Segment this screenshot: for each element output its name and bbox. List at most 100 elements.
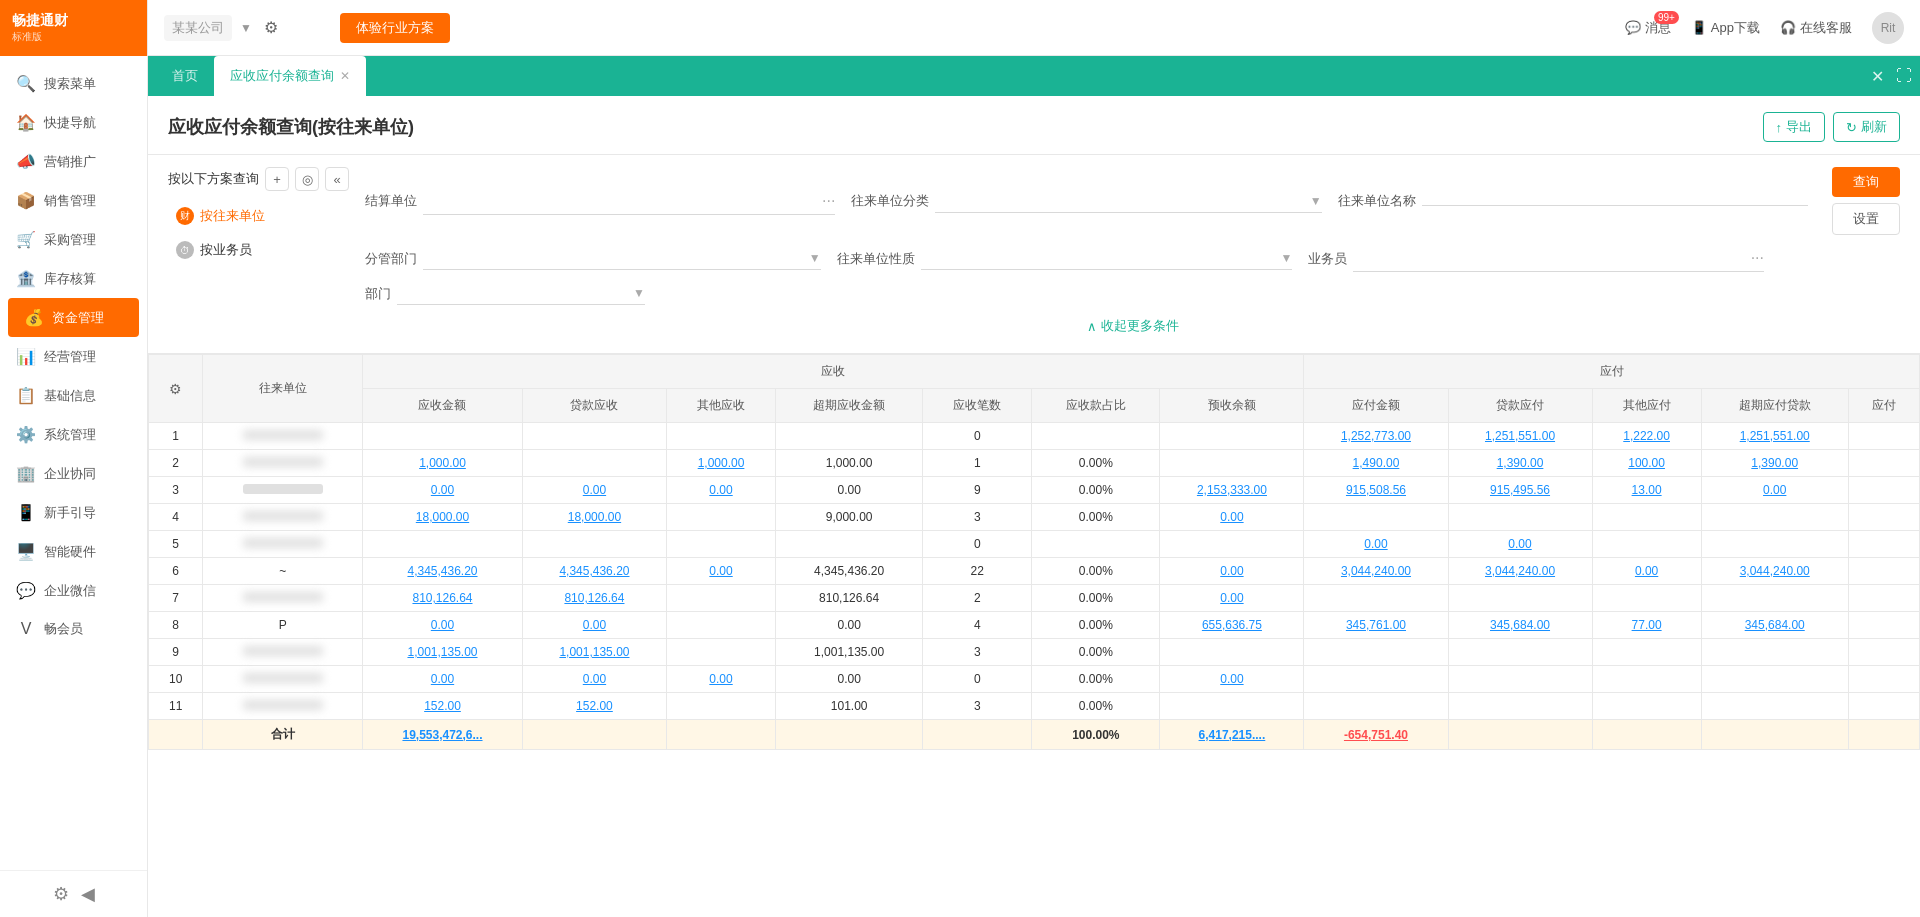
scheme-item-bywc[interactable]: 财 按往来单位 (168, 201, 349, 231)
filter-collapse-btn[interactable]: « (325, 167, 349, 191)
total-ybye[interactable]: 6,417,215.... (1160, 720, 1304, 750)
cell-ybye-7: 655,636.75 (1160, 612, 1304, 639)
topbar-gear-icon[interactable]: ⚙ (264, 18, 278, 37)
jsdw-label: 结算单位 (365, 192, 417, 210)
bm-select[interactable]: ▼ (397, 282, 645, 305)
cell-yfje-4: 0.00 (1304, 531, 1448, 558)
tab-close-icon[interactable]: ✕ (340, 69, 350, 83)
yw-label: 业务员 (1308, 250, 1347, 268)
th-cqys: 超期应收金额 (776, 389, 923, 423)
cell-yfextra-10 (1848, 693, 1919, 720)
scheme-selector: 按以下方案查询 + ◎ « 财 按往来单位 ⏱ 按业务员 (168, 167, 349, 341)
sidebar-item-system[interactable]: ⚙️系统管理 (0, 415, 147, 454)
cell-dkyf-2: 915,495.56 (1448, 477, 1592, 504)
th-group-yf: 应付 (1304, 355, 1920, 389)
sidebar-item-wechat[interactable]: 💬企业微信 (0, 571, 147, 610)
topbar-right: 💬 消息 99+ 📱 App下载 🎧 在线客服 Rit (1625, 12, 1904, 44)
cell-yssb-3: 3 (923, 504, 1032, 531)
export-btn[interactable]: ↑ 导出 (1763, 112, 1826, 142)
table-settings-icon[interactable]: ⚙ (169, 381, 182, 397)
app-icon: 📱 (1691, 20, 1707, 35)
sidebar-item-marketing[interactable]: 📣营销推广 (0, 142, 147, 181)
sidebar-item-member[interactable]: V 畅会员 (0, 610, 147, 648)
cell-no-4: 5 (149, 531, 203, 558)
cell-cqyfdk-3 (1701, 504, 1848, 531)
yw-dots-icon[interactable]: ··· (1751, 249, 1764, 267)
total-yssb (923, 720, 1032, 750)
tab-home[interactable]: 首页 (156, 56, 214, 96)
message-btn[interactable]: 💬 消息 99+ (1625, 19, 1671, 37)
total-qtys (666, 720, 775, 750)
sidebar-item-finance[interactable]: 💰资金管理 (8, 298, 139, 337)
tab-fullscreen-icon[interactable]: ⛶ (1896, 67, 1912, 85)
lwdwmc-input[interactable] (1422, 197, 1808, 206)
cell-yszb-10: 0.00% (1032, 693, 1160, 720)
fgbm-select[interactable]: ▼ (423, 247, 821, 270)
cell-yssb-5: 22 (923, 558, 1032, 585)
query-btn[interactable]: 查询 (1832, 167, 1900, 197)
collapse-more-btn[interactable]: ∧ 收起更多条件 (1071, 311, 1195, 341)
sidebar-item-search[interactable]: 🔍搜索菜单 (0, 64, 147, 103)
sidebar-collapse-btn[interactable]: ◀ (81, 883, 95, 905)
scheme-label-byyw: 按业务员 (200, 241, 252, 259)
lwdwfl-label: 往来单位分类 (851, 192, 929, 210)
sidebar-item-hardware[interactable]: 🖥️智能硬件 (0, 532, 147, 571)
table-container[interactable]: ⚙ 往来单位 应收 应付 应收金额 贷款应收 其他应收 超期应收金额 应收笔数 (148, 354, 1920, 917)
cell-cqys-5: 4,345,436.20 (776, 558, 923, 585)
cell-partner-1 (203, 450, 363, 477)
tab-close-window-icon[interactable]: ✕ (1871, 67, 1884, 86)
sidebar-settings-btn[interactable]: ⚙ (53, 883, 69, 905)
user-avatar[interactable]: Rit (1872, 12, 1904, 44)
cell-yfextra-6 (1848, 585, 1919, 612)
cell-qtyf-2: 13.00 (1592, 477, 1701, 504)
filter-add-btn[interactable]: + (265, 167, 289, 191)
cell-yszb-5: 0.00% (1032, 558, 1160, 585)
cell-yszb-0 (1032, 423, 1160, 450)
sidebar-logo: 畅捷通财 标准版 (0, 0, 147, 56)
filter-target-btn[interactable]: ◎ (295, 167, 319, 191)
solution-btn[interactable]: 体验行业方案 (340, 13, 450, 43)
cell-yssb-6: 2 (923, 585, 1032, 612)
cell-ysje-8: 1,001,135.00 (363, 639, 523, 666)
sidebar-item-inventory[interactable]: 🏦库存核算 (0, 259, 147, 298)
sidebar-item-guide[interactable]: 📱新手引导 (0, 493, 147, 532)
jsdw-input[interactable]: ··· (423, 188, 835, 215)
sidebar-icon-member: V (16, 620, 36, 638)
app-download-btn[interactable]: 📱 App下载 (1691, 19, 1760, 37)
jsdw-dots-icon[interactable]: ··· (822, 192, 835, 210)
refresh-btn[interactable]: ↻ 刷新 (1833, 112, 1900, 142)
cell-yszb-7: 0.00% (1032, 612, 1160, 639)
cell-dkys-10: 152.00 (522, 693, 666, 720)
tab-arquery[interactable]: 应收应付余额查询 ✕ (214, 56, 366, 96)
cell-dkys-2: 0.00 (522, 477, 666, 504)
sidebar-item-operation[interactable]: 📊经营管理 (0, 337, 147, 376)
total-yf-extra (1848, 720, 1919, 750)
cell-yfje-6 (1304, 585, 1448, 612)
sidebar-item-sales[interactable]: 📦销售管理 (0, 181, 147, 220)
cell-yfextra-7 (1848, 612, 1919, 639)
scheme-item-byyw[interactable]: ⏱ 按业务员 (168, 235, 349, 265)
sidebar-label-member: 畅会员 (44, 620, 83, 638)
company-dropdown-icon[interactable]: ▼ (240, 21, 252, 35)
total-row: 合计 19,553,472,6... 100.00% 6,417,215....… (149, 720, 1920, 750)
sidebar-item-quicknav[interactable]: 🏠快捷导航 (0, 103, 147, 142)
sidebar-item-purchase[interactable]: 🛒采购管理 (0, 220, 147, 259)
sidebar-item-corp[interactable]: 🏢企业协同 (0, 454, 147, 493)
total-ysje[interactable]: 19,553,472,6... (363, 720, 523, 750)
th-settings[interactable]: ⚙ (149, 355, 203, 423)
sidebar-item-basic[interactable]: 📋基础信息 (0, 376, 147, 415)
sidebar-icon-corp: 🏢 (16, 464, 36, 483)
yw-input[interactable]: ··· (1353, 245, 1764, 272)
cell-no-9: 10 (149, 666, 203, 693)
setting-btn[interactable]: 设置 (1832, 203, 1900, 235)
cell-qtys-6 (666, 585, 775, 612)
cell-ysje-10: 152.00 (363, 693, 523, 720)
filter-yw-group: 业务员 ··· (1308, 245, 1764, 272)
cell-cqyfdk-1: 1,390.00 (1701, 450, 1848, 477)
sidebar-label-purchase: 采购管理 (44, 231, 96, 249)
total-yfje[interactable]: -654,751.40 (1304, 720, 1448, 750)
cell-yszb-9: 0.00% (1032, 666, 1160, 693)
lwdwfl-select[interactable]: ▼ (935, 190, 1321, 213)
service-btn[interactable]: 🎧 在线客服 (1780, 19, 1852, 37)
lwdwxz-select[interactable]: ▼ (921, 247, 1293, 270)
